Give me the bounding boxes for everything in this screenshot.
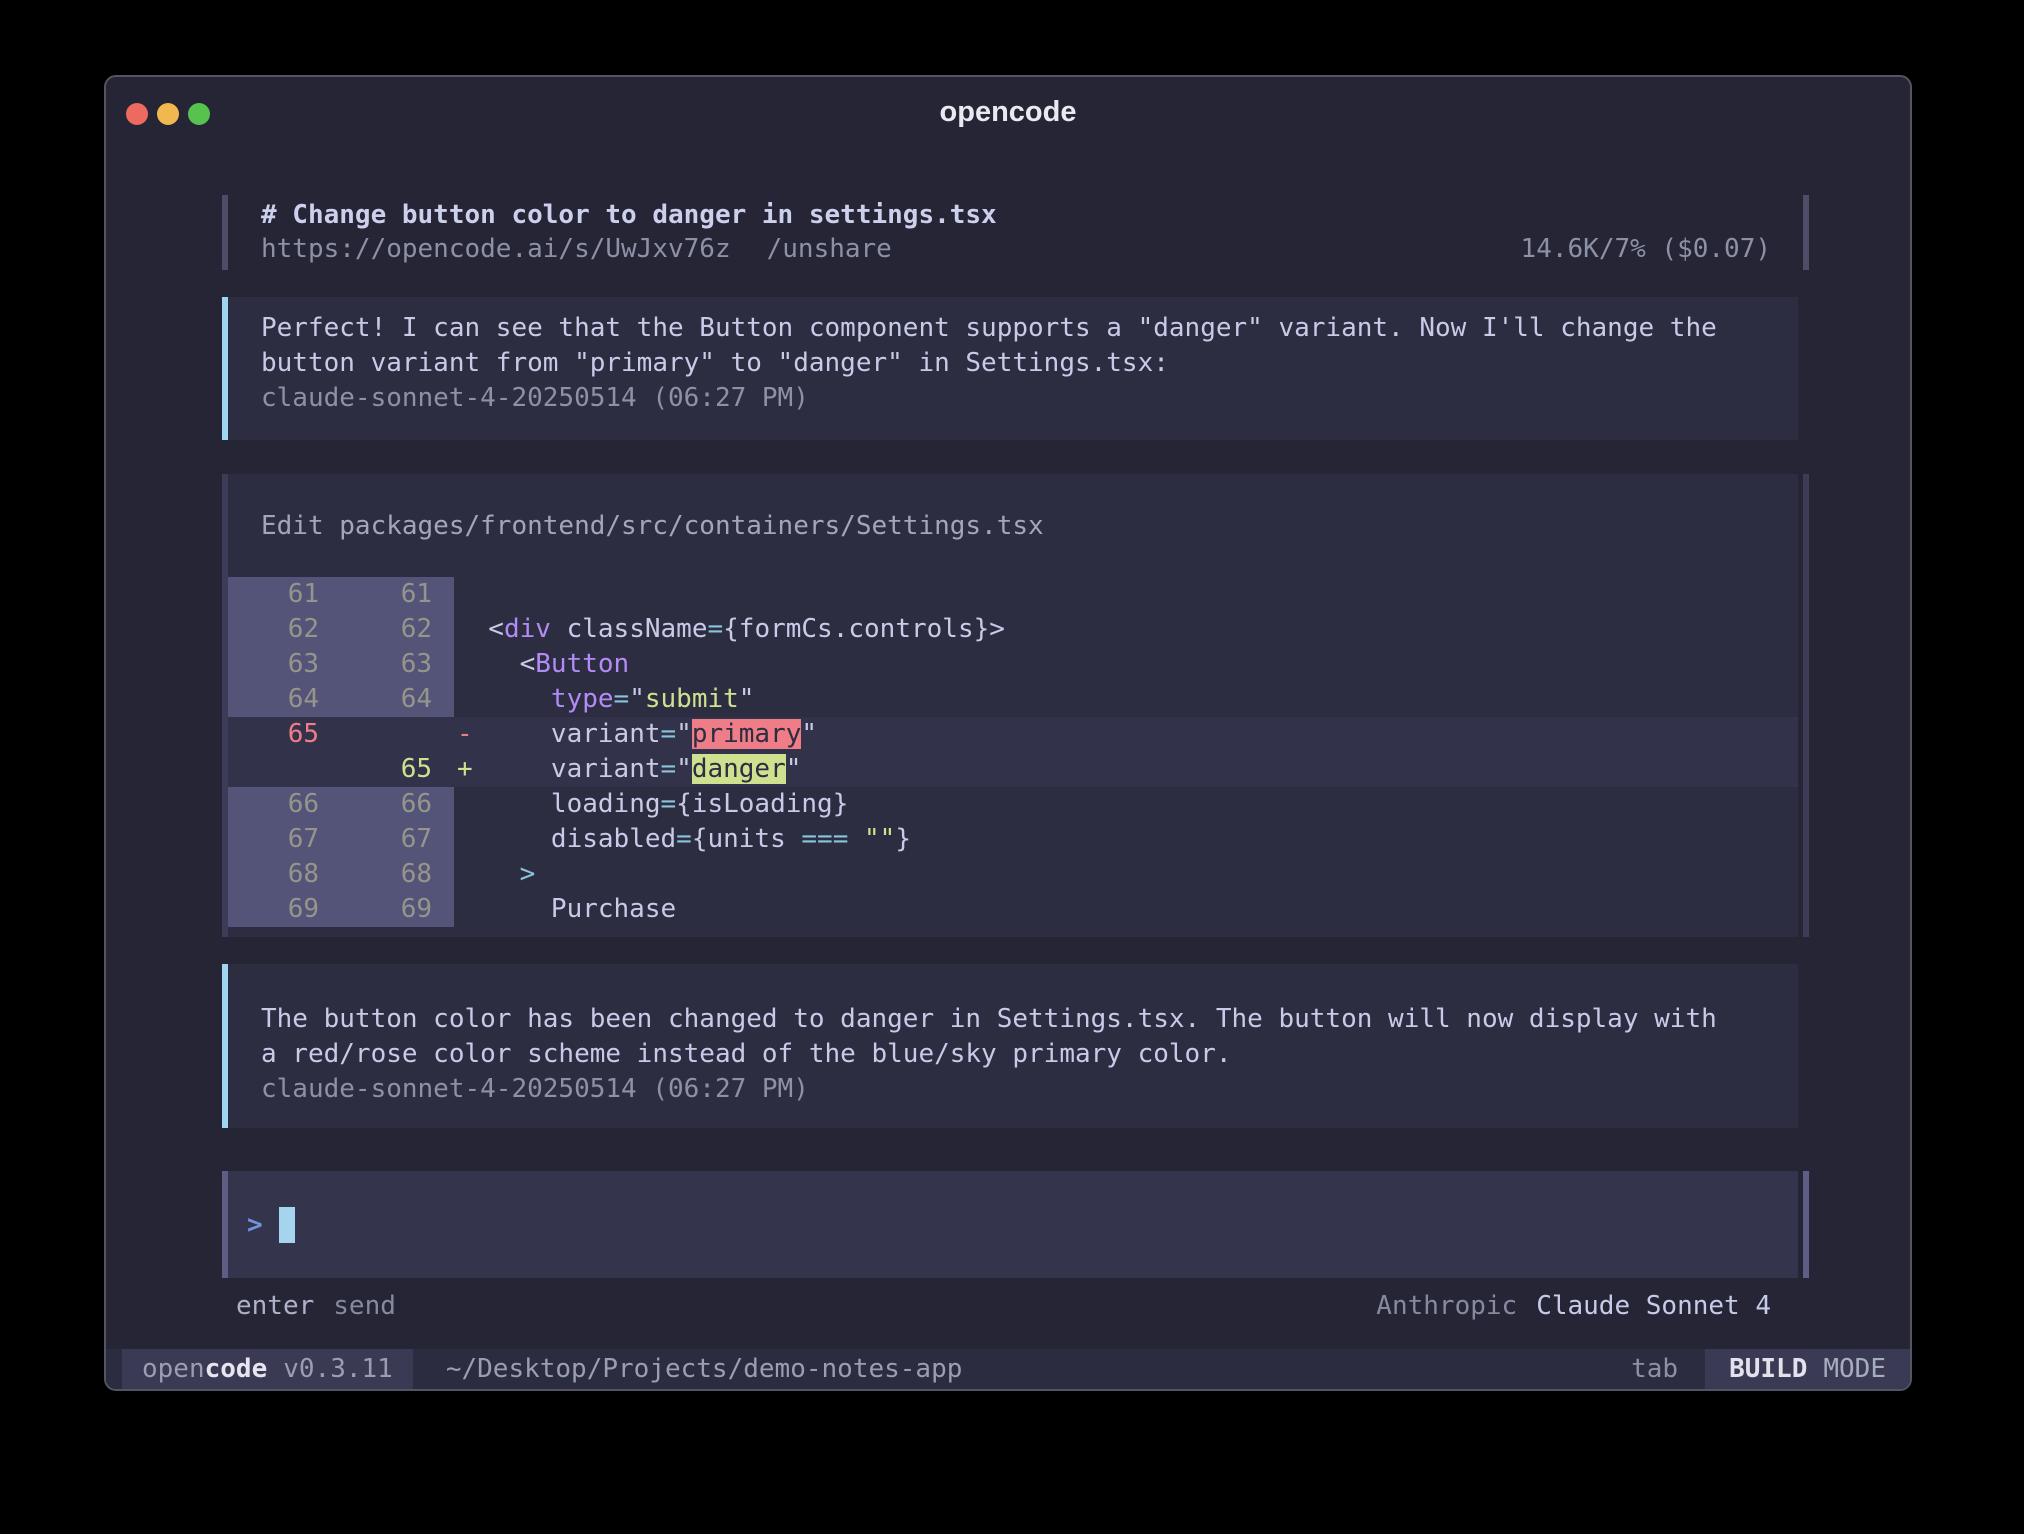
assistant-message: The button color has been changed to dan…	[222, 964, 1809, 1128]
session-header-right-rule	[1803, 195, 1809, 270]
app-version-chip: opencode v0.3.11	[122, 1349, 413, 1389]
diff-row: 6969 Purchase	[228, 892, 1798, 927]
message-model-meta: claude-sonnet-4-20250514 (06:27 PM)	[261, 1072, 1762, 1107]
window-title: opencode	[106, 77, 1910, 147]
prompt-input-area: >	[222, 1171, 1809, 1278]
enter-key-hint: enter	[236, 1291, 314, 1321]
diff-row: 6161	[228, 577, 1798, 612]
message-text-line: The button color has been changed to dan…	[261, 1002, 1762, 1037]
assistant-message: Perfect! I can see that the Button compo…	[222, 297, 1809, 440]
mode-name: BUILD	[1729, 1354, 1807, 1384]
diff-row: 6363 <Button	[228, 647, 1798, 682]
edit-tool-title: Edit packages/frontend/src/containers/Se…	[228, 474, 1798, 577]
edit-box-right-rule	[1803, 474, 1809, 937]
diff-row: 6868 >	[228, 857, 1798, 892]
model-name: Claude Sonnet 4	[1536, 1291, 1771, 1321]
prompt-input[interactable]: >	[228, 1171, 1798, 1278]
app-version: v0.3.11	[283, 1354, 393, 1384]
mode-chip: BUILD MODE	[1705, 1349, 1910, 1389]
hints-row: enter send Anthropic Claude Sonnet 4	[222, 1288, 1809, 1324]
app-name-normal: open	[142, 1354, 205, 1384]
message-text-line: button variant from "primary" to "danger…	[261, 346, 1762, 381]
working-directory: ~/Desktop/Projects/demo-notes-app	[446, 1354, 1631, 1384]
input-right-rule	[1803, 1171, 1809, 1278]
diff-row: 6767 disabled={units === ""}	[228, 822, 1798, 857]
message-model-meta: claude-sonnet-4-20250514 (06:27 PM)	[261, 381, 1762, 416]
edit-tool-call: Edit packages/frontend/src/containers/Se…	[222, 474, 1809, 937]
diff-row: 6464 type="submit"	[228, 682, 1798, 717]
unshare-command[interactable]: /unshare	[767, 234, 892, 264]
tab-key-hint[interactable]: tab	[1631, 1354, 1678, 1384]
mode-suffix: MODE	[1823, 1354, 1886, 1384]
share-url[interactable]: https://opencode.ai/s/UwJxv76z	[261, 234, 731, 264]
session-title: # Change button color to danger in setti…	[261, 195, 1771, 232]
app-name-bold: code	[205, 1354, 268, 1384]
diff-rows: 61616262 <div className={formCs.controls…	[228, 577, 1798, 927]
message-text-line: a red/rose color scheme instead of the b…	[261, 1037, 1762, 1072]
title-bar: opencode	[106, 77, 1910, 147]
opencode-window: opencode # Change button color to danger…	[104, 75, 1912, 1391]
context-usage-stats: 14.6K/7% ($0.07)	[1521, 232, 1771, 267]
diff-row: 65- variant="primary"	[228, 717, 1798, 752]
model-provider: Anthropic	[1376, 1291, 1517, 1321]
send-action-hint: send	[333, 1291, 396, 1321]
status-bar: opencode v0.3.11 ~/Desktop/Projects/demo-…	[106, 1349, 1910, 1389]
text-cursor	[279, 1207, 295, 1243]
session-header: # Change button color to danger in setti…	[222, 195, 1809, 270]
diff-row: 6262 <div className={formCs.controls}>	[228, 612, 1798, 647]
diff-row: 65+ variant="danger"	[228, 752, 1798, 787]
prompt-symbol: >	[247, 1210, 263, 1240]
message-text-line: Perfect! I can see that the Button compo…	[261, 311, 1762, 346]
diff-row: 6666 loading={isLoading}	[228, 787, 1798, 822]
